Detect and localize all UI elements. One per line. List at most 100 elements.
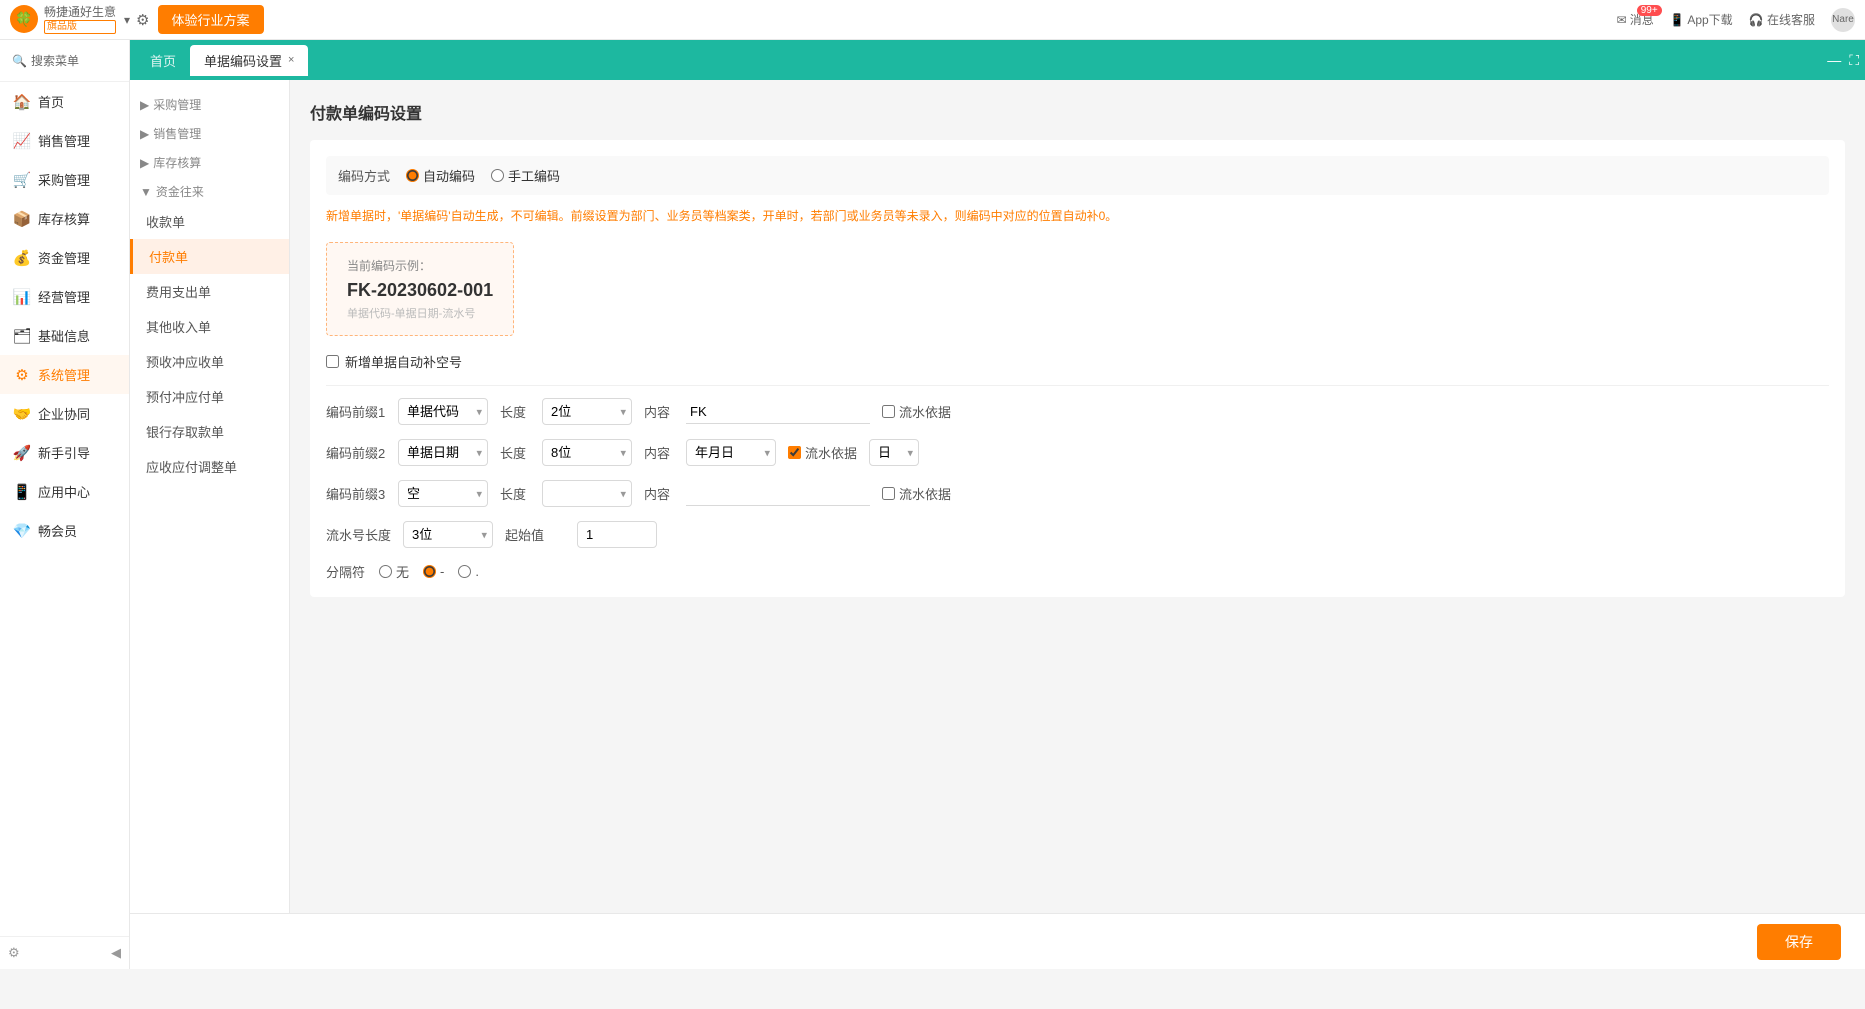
tab-home[interactable]: 首页 xyxy=(136,45,190,76)
code-preview-box: 当前编码示例： FK-20230602-001 单据代码-单据日期-流水号 xyxy=(326,242,514,336)
prefix2-select-wrap[interactable]: 单据日期 xyxy=(398,439,488,466)
serial2-checkbox[interactable] xyxy=(788,446,801,459)
sub-menu-item-other-income[interactable]: 其他收入单 xyxy=(130,309,289,344)
sub-menu-item-expense[interactable]: 费用支出单 xyxy=(130,274,289,309)
content1-input[interactable] xyxy=(686,400,870,424)
sidebar-item-apps[interactable]: 📱 应用中心 xyxy=(0,472,129,511)
start-value-input[interactable] xyxy=(577,521,657,548)
sidebar-item-label: 新手引导 xyxy=(38,443,90,462)
save-button[interactable]: 保存 xyxy=(1757,924,1841,960)
sub-menu-item-receipt[interactable]: 收款单 xyxy=(130,204,289,239)
sidebar-item-guide[interactable]: 🚀 新手引导 xyxy=(0,433,129,472)
length3-select-wrap[interactable] xyxy=(542,480,632,507)
search-menu-button[interactable]: 🔍 搜索菜单 xyxy=(8,48,121,73)
auto-code-radio[interactable] xyxy=(406,169,419,182)
tab-close-icon[interactable]: × xyxy=(288,54,294,66)
length2-select-wrap[interactable]: 8位 xyxy=(542,439,632,466)
sidebar-item-label: 首页 xyxy=(38,92,64,111)
sep-dot-radio[interactable] xyxy=(458,565,471,578)
sep-none-radio[interactable] xyxy=(379,565,392,578)
prefix2-select[interactable]: 单据日期 xyxy=(398,439,488,466)
sub-group-capital[interactable]: ▼ 资金往来 xyxy=(130,175,289,204)
prefix3-select-wrap[interactable]: 空 xyxy=(398,480,488,507)
sidebar-search[interactable]: 🔍 搜索菜单 xyxy=(0,40,129,82)
sidebar-item-basic[interactable]: 🗂 基础信息 xyxy=(0,316,129,355)
sidebar-item-finance[interactable]: 💰 资金管理 xyxy=(0,238,129,277)
new-bill-checkbox[interactable] xyxy=(326,355,339,368)
sub-menu-item-prepaid-receivable[interactable]: 预收冲应收单 xyxy=(130,344,289,379)
sidebar-item-label: 经营管理 xyxy=(38,287,90,306)
sidebar-item-purchase[interactable]: 🛒 采购管理 xyxy=(0,160,129,199)
sidebar-item-label: 系统管理 xyxy=(38,365,90,384)
serial1-checkbox[interactable] xyxy=(882,405,895,418)
length3-select[interactable] xyxy=(542,480,632,507)
sep-none-label: 无 xyxy=(396,562,409,581)
serial-length-select-wrap[interactable]: 3位 xyxy=(403,521,493,548)
sub-group-sales[interactable]: ▶ 销售管理 xyxy=(130,117,289,146)
length3-label: 长度 xyxy=(500,484,530,503)
tab-bar-controls: — ⛶ xyxy=(1827,52,1859,69)
sub-menu-item-prepaid-payable[interactable]: 预付冲应付单 xyxy=(130,379,289,414)
prefix3-select[interactable]: 空 xyxy=(398,480,488,507)
app-download-link[interactable]: 📱 App下载 xyxy=(1670,11,1733,28)
day-select-wrap[interactable]: 日 xyxy=(869,439,919,466)
sep-dot-option[interactable]: . xyxy=(458,564,479,579)
prefix2-label: 编码前缀2 xyxy=(326,443,386,462)
length1-select[interactable]: 2位 xyxy=(542,398,632,425)
prefix1-select-wrap[interactable]: 单据代码 xyxy=(398,398,488,425)
sidebar-item-home[interactable]: 🏠 首页 xyxy=(0,82,129,121)
sep-dash-radio[interactable] xyxy=(423,565,436,578)
sidebar-item-inventory[interactable]: 📦 库存核算 xyxy=(0,199,129,238)
auto-code-option[interactable]: 自动编码 xyxy=(406,166,475,185)
trial-button[interactable]: 体验行业方案 xyxy=(158,5,264,34)
prefix1-select[interactable]: 单据代码 xyxy=(398,398,488,425)
sidebar-item-sales[interactable]: 📈 销售管理 xyxy=(0,121,129,160)
content2-select-wrap[interactable]: 年月日 xyxy=(686,439,776,466)
maximize-icon[interactable]: ⛶ xyxy=(1849,52,1859,69)
minimize-icon[interactable]: — xyxy=(1827,52,1841,68)
manual-code-option[interactable]: 手工编码 xyxy=(491,166,560,185)
sidebar-item-label: 销售管理 xyxy=(38,131,90,150)
sidebar-item-label: 畅会员 xyxy=(38,521,77,540)
serial3-checkbox[interactable] xyxy=(882,487,895,500)
avatar[interactable]: Nare xyxy=(1831,8,1855,32)
tab-encoding-settings[interactable]: 单据编码设置 × xyxy=(190,45,308,76)
prefix3-label: 编码前缀3 xyxy=(326,484,386,503)
serial1-label: 流水依据 xyxy=(899,402,951,421)
content2-select[interactable]: 年月日 xyxy=(686,439,776,466)
serial-length-select[interactable]: 3位 xyxy=(403,521,493,548)
message-button[interactable]: ✉ 消息 99+ xyxy=(1617,11,1654,28)
sub-group-inventory[interactable]: ▶ 库存核算 xyxy=(130,146,289,175)
separator-label: 分隔符 xyxy=(326,562,365,581)
sep-dash-option[interactable]: - xyxy=(423,564,444,579)
system-icon: ⚙ xyxy=(14,367,30,383)
sidebar-item-operations[interactable]: 📊 经营管理 xyxy=(0,277,129,316)
prefix3-row: 编码前缀3 空 长度 内容 xyxy=(326,480,1829,507)
logo-badge: 旗品版 xyxy=(44,20,116,34)
nav-dropdown[interactable]: ▾ xyxy=(124,13,130,27)
sidebar-item-system[interactable]: ⚙ 系统管理 xyxy=(0,355,129,394)
manual-code-radio[interactable] xyxy=(491,169,504,182)
length1-select-wrap[interactable]: 2位 xyxy=(542,398,632,425)
sub-menu-item-payment[interactable]: 付款单 xyxy=(130,239,289,274)
serial3-wrap: 流水依据 xyxy=(882,484,951,503)
content1-label: 内容 xyxy=(644,402,674,421)
sub-menu-item-bank[interactable]: 银行存取款单 xyxy=(130,414,289,449)
length1-label: 长度 xyxy=(500,402,530,421)
sidebar-collapse-icon[interactable]: ◀ xyxy=(111,945,121,961)
prefix1-row: 编码前缀1 单据代码 长度 2位 内容 xyxy=(326,398,1829,425)
sidebar-item-cooperation[interactable]: 🤝 企业协同 xyxy=(0,394,129,433)
message-icon: ✉ xyxy=(1617,13,1627,27)
content3-input[interactable] xyxy=(686,482,870,506)
logo-icon: 🍀 xyxy=(10,5,38,33)
sub-menu-item-ar-ap[interactable]: 应收应付调整单 xyxy=(130,449,289,484)
settings-icon[interactable]: ⚙ xyxy=(136,11,149,29)
sidebar-item-member[interactable]: 💎 畅会员 xyxy=(0,511,129,550)
sep-none-option[interactable]: 无 xyxy=(379,562,409,581)
info-text: 新增单据时，'单据编码'自动生成，不可编辑。前缀设置为部门、业务员等档案类，开单… xyxy=(326,207,1829,226)
sub-group-purchase[interactable]: ▶ 采购管理 xyxy=(130,88,289,117)
length2-select[interactable]: 8位 xyxy=(542,439,632,466)
day-select[interactable]: 日 xyxy=(869,439,919,466)
online-service-link[interactable]: 🎧 在线客服 xyxy=(1749,11,1815,28)
sidebar-settings-icon[interactable]: ⚙ xyxy=(8,945,20,961)
